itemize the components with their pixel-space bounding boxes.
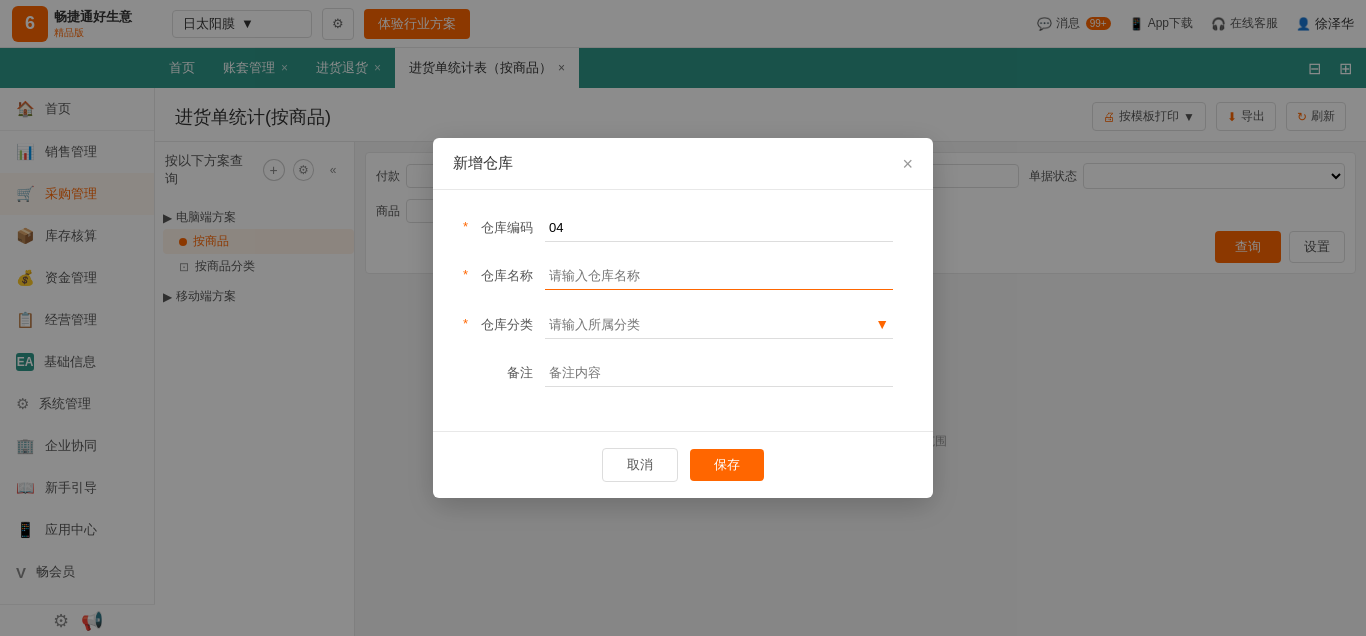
remark-input[interactable] <box>545 359 893 387</box>
modal-title: 新增仓库 <box>453 154 513 173</box>
name-label: 仓库名称 <box>473 267 533 285</box>
form-row-code: 仓库编码 <box>473 214 893 242</box>
warehouse-name-input[interactable] <box>545 262 893 290</box>
modal-header: 新增仓库 × <box>433 138 933 190</box>
warehouse-code-input[interactable] <box>545 214 893 242</box>
category-arrow-icon[interactable]: ▼ <box>875 316 889 332</box>
category-label: 仓库分类 <box>473 316 533 334</box>
form-row-name: 仓库名称 <box>473 262 893 290</box>
modal-close-button[interactable]: × <box>902 155 913 173</box>
remark-label: 备注 <box>473 364 533 382</box>
new-warehouse-modal: 新增仓库 × 仓库编码 仓库名称 仓库分类 ▼ 备注 <box>433 138 933 498</box>
form-row-category: 仓库分类 ▼ <box>473 310 893 339</box>
modal-overlay: 新增仓库 × 仓库编码 仓库名称 仓库分类 ▼ 备注 <box>0 0 1366 636</box>
category-select-row: ▼ <box>545 310 893 339</box>
code-label: 仓库编码 <box>473 219 533 237</box>
cancel-button[interactable]: 取消 <box>602 448 678 482</box>
category-input[interactable] <box>549 317 875 332</box>
form-row-remark: 备注 <box>473 359 893 387</box>
modal-footer: 取消 保存 <box>433 431 933 498</box>
save-button[interactable]: 保存 <box>690 449 764 481</box>
modal-body: 仓库编码 仓库名称 仓库分类 ▼ 备注 <box>433 190 933 431</box>
